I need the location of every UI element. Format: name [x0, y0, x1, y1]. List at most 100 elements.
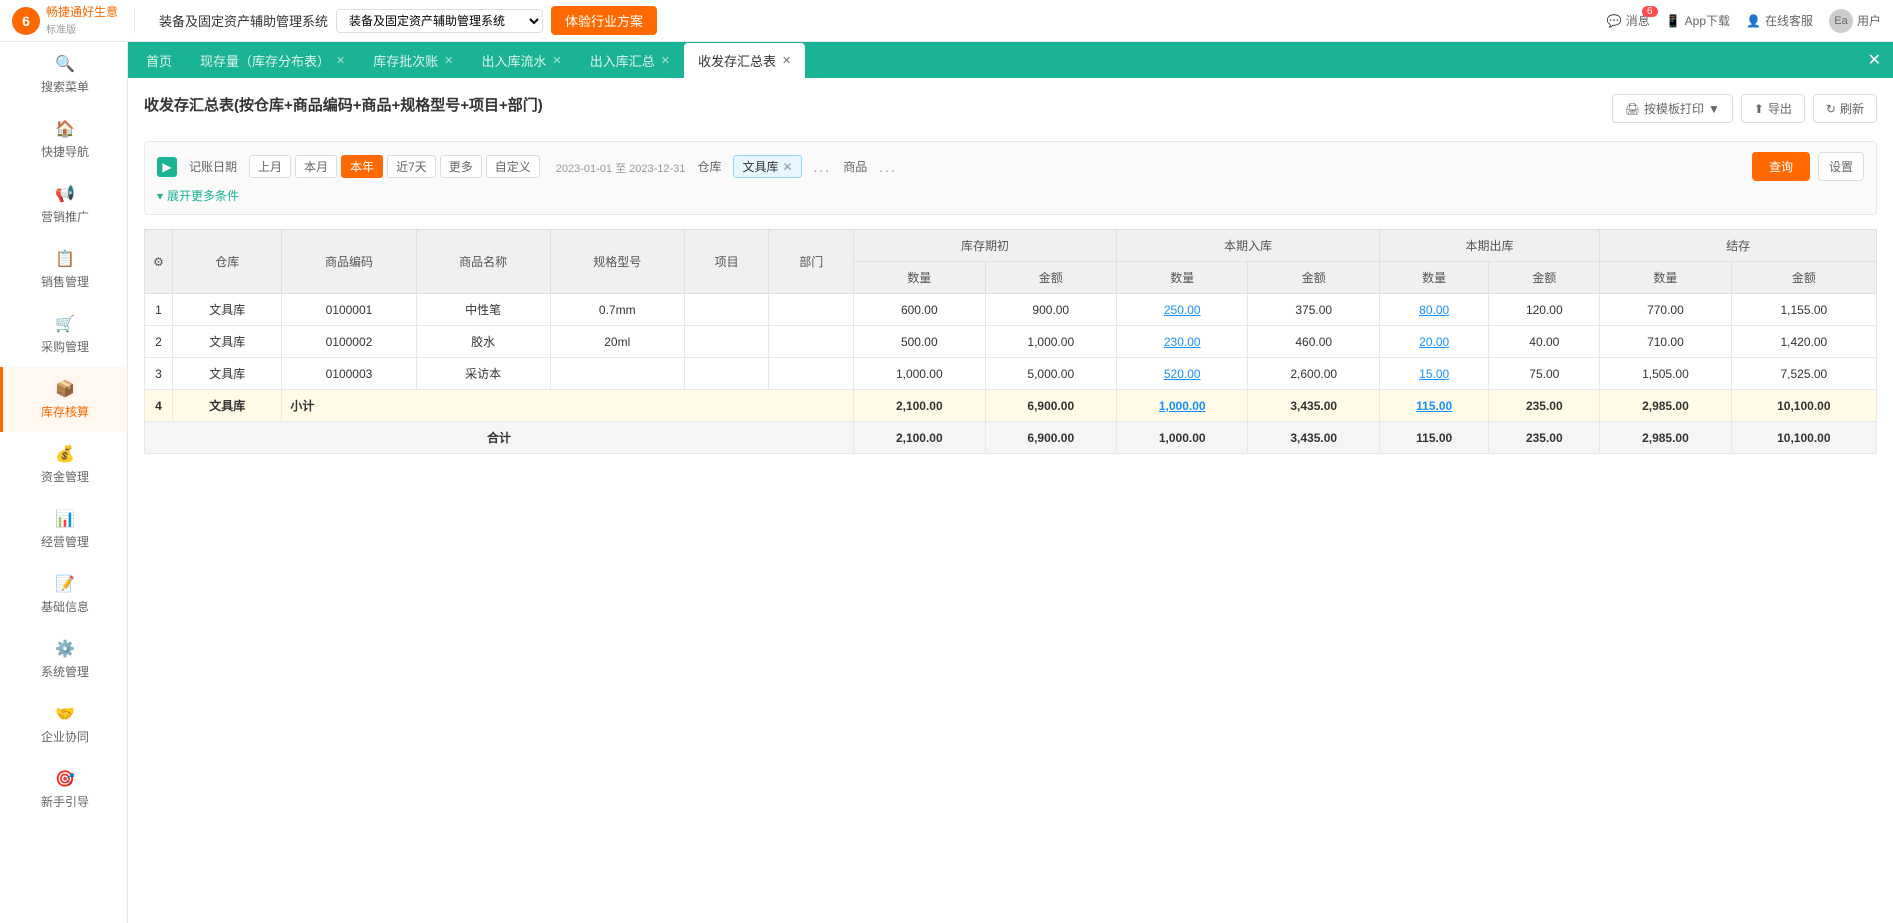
th-settings[interactable]: ⚙	[145, 230, 173, 294]
row-warehouse: 文具库	[173, 358, 282, 390]
th-out: 本期出库	[1379, 230, 1599, 262]
th-project: 项目	[684, 230, 769, 294]
tab-batch-close[interactable]: ✕	[444, 54, 453, 67]
expand-button[interactable]: ▾ 展开更多条件	[157, 187, 1864, 204]
row-project	[684, 294, 769, 326]
app-download-button[interactable]: 📱 App下载	[1666, 12, 1730, 29]
tab-bar-close-all[interactable]: ✕	[1860, 46, 1889, 74]
sidebar-label-guide: 新手引导	[41, 793, 89, 810]
tab-summary[interactable]: 出入库汇总 ✕	[576, 43, 684, 78]
sidebar-item-basic[interactable]: 📝 基础信息	[0, 562, 127, 627]
main-layout: 🔍 搜索菜单 🏠 快捷导航 📢 营销推广 📋 销售管理 🛒 采购管理 📦 库存核…	[0, 42, 1893, 923]
prev-month-button[interactable]: 上月	[249, 155, 291, 178]
sidebar-item-inventory[interactable]: 📦 库存核算	[0, 367, 127, 432]
subtotal-out-qty[interactable]: 115.00	[1379, 390, 1488, 422]
goods-dots[interactable]: ...	[879, 159, 897, 175]
sidebar-label-sales: 销售管理	[41, 273, 89, 290]
subtotal-close-qty: 2,985.00	[1600, 390, 1731, 422]
row-out-qty[interactable]: 15.00	[1379, 358, 1488, 390]
trial-button[interactable]: 体验行业方案	[551, 6, 657, 35]
online-service-label: 在线客服	[1765, 12, 1813, 29]
export-button[interactable]: ⬆ 导出	[1741, 94, 1805, 123]
tab-home[interactable]: 首页	[132, 43, 186, 78]
more-button[interactable]: 更多	[440, 155, 482, 178]
tab-flow[interactable]: 出入库流水 ✕	[467, 43, 575, 78]
tab-collect-close[interactable]: ✕	[782, 54, 791, 67]
chevron-down-icon: ▼	[1708, 102, 1720, 116]
filter-area: ▶ 记账日期 上月 本月 本年 近7天 更多 自定义 2023-01-01 至 …	[144, 141, 1877, 215]
subtotal-no: 4	[145, 390, 173, 422]
cur-month-button[interactable]: 本月	[295, 155, 337, 178]
inventory-icon: 📦	[55, 379, 75, 399]
tab-collect-summary[interactable]: 收发存汇总表 ✕	[684, 43, 805, 78]
row-name: 采访本	[416, 358, 550, 390]
th-closing: 结存	[1600, 230, 1877, 262]
app-download-label: App下载	[1685, 12, 1730, 29]
system-name: 装备及固定资产辅助管理系统	[159, 11, 328, 30]
row-close-amt: 1,155.00	[1731, 294, 1876, 326]
row-close-qty: 1,505.00	[1600, 358, 1731, 390]
settings-button[interactable]: 设置	[1818, 152, 1864, 181]
sidebar-label-search: 搜索菜单	[41, 78, 89, 95]
tab-stock[interactable]: 现存量（库存分布表） ✕	[186, 43, 359, 78]
sidebar-label-finance: 资金管理	[41, 468, 89, 485]
custom-button[interactable]: 自定义	[486, 155, 540, 178]
sidebar-item-finance[interactable]: 💰 资金管理	[0, 432, 127, 497]
subtotal-in-qty[interactable]: 1,000.00	[1117, 390, 1248, 422]
filter-row: ▶ 记账日期 上月 本月 本年 近7天 更多 自定义 2023-01-01 至 …	[157, 152, 1864, 181]
sidebar-item-search[interactable]: 🔍 搜索菜单	[0, 42, 127, 107]
tab-stock-close[interactable]: ✕	[336, 54, 345, 67]
tab-summary-label: 出入库汇总	[590, 51, 655, 70]
row-dept	[769, 294, 854, 326]
row-dept	[769, 358, 854, 390]
row-in-qty[interactable]: 250.00	[1117, 294, 1248, 326]
th-code: 商品编码	[282, 230, 416, 294]
row-in-qty[interactable]: 230.00	[1117, 326, 1248, 358]
total-close-qty: 2,985.00	[1600, 422, 1731, 454]
sidebar-item-marketing[interactable]: 📢 营销推广	[0, 172, 127, 237]
th-in-amt: 金额	[1248, 262, 1379, 294]
row-out-qty[interactable]: 20.00	[1379, 326, 1488, 358]
refresh-button[interactable]: ↻ 刷新	[1813, 94, 1877, 123]
user-area[interactable]: Ea 用户	[1829, 9, 1881, 33]
message-button[interactable]: 💬 消息 6	[1607, 12, 1650, 29]
tab-flow-close[interactable]: ✕	[553, 54, 562, 67]
sidebar-label-quick: 快捷导航	[41, 143, 89, 160]
warehouse-tag-close[interactable]: ✕	[782, 160, 792, 174]
tab-batch[interactable]: 库存批次账 ✕	[359, 43, 467, 78]
marketing-icon: 📢	[55, 184, 75, 204]
total-in-amt: 3,435.00	[1248, 422, 1379, 454]
sidebar-item-sales[interactable]: 📋 销售管理	[0, 237, 127, 302]
print-button[interactable]: 🖨 按模板打印 ▼	[1612, 94, 1733, 123]
top-bar-right: 💬 消息 6 📱 App下载 👤 在线客服 Ea 用户	[1607, 9, 1881, 33]
cur-year-button[interactable]: 本年	[341, 155, 383, 178]
sidebar-item-quick[interactable]: 🏠 快捷导航	[0, 107, 127, 172]
sidebar-item-system[interactable]: ⚙️ 系统管理	[0, 627, 127, 692]
query-button[interactable]: 查询	[1752, 152, 1810, 181]
row-in-amt: 2,600.00	[1248, 358, 1379, 390]
sidebar-item-operations[interactable]: 📊 经营管理	[0, 497, 127, 562]
subtotal-in-amt: 3,435.00	[1248, 390, 1379, 422]
recent7-button[interactable]: 近7天	[387, 155, 436, 178]
warehouse-tag: 文具库 ✕	[733, 155, 801, 178]
warehouse-dots[interactable]: ...	[814, 159, 832, 175]
filter-collapse-button[interactable]: ▶	[157, 157, 177, 177]
row-name: 中性笔	[416, 294, 550, 326]
row-out-qty[interactable]: 80.00	[1379, 294, 1488, 326]
sidebar-label-system: 系统管理	[41, 663, 89, 680]
online-service-button[interactable]: 👤 在线客服	[1746, 12, 1813, 29]
sidebar-item-guide[interactable]: 🎯 新手引导	[0, 757, 127, 822]
sidebar-item-purchase[interactable]: 🛒 采购管理	[0, 302, 127, 367]
sidebar-item-cooperation[interactable]: 🤝 企业协同	[0, 692, 127, 757]
expand-row: ▾ 展开更多条件	[157, 187, 1864, 204]
tab-summary-close[interactable]: ✕	[661, 54, 670, 67]
total-label: 合计	[145, 422, 854, 454]
subtotal-open-amt: 6,900.00	[985, 390, 1116, 422]
sidebar-label-cooperation: 企业协同	[41, 728, 89, 745]
row-code: 0100001	[282, 294, 416, 326]
row-warehouse: 文具库	[173, 326, 282, 358]
row-in-qty[interactable]: 520.00	[1117, 358, 1248, 390]
system-select[interactable]: 装备及固定资产辅助管理系统	[336, 9, 543, 33]
sidebar-label-operations: 经营管理	[41, 533, 89, 550]
row-project	[684, 358, 769, 390]
